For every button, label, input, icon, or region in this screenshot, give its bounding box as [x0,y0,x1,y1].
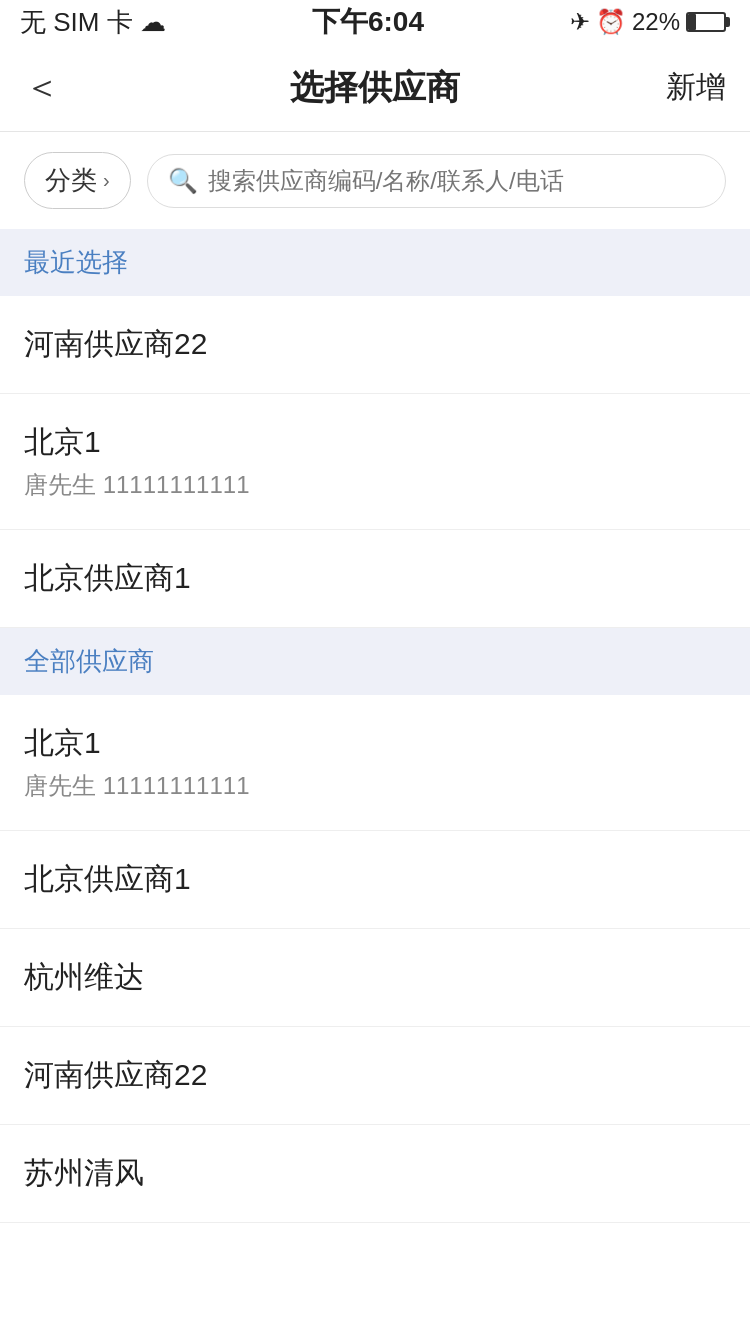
supplier-name: 河南供应商22 [24,1055,726,1096]
search-box[interactable]: 🔍 [147,154,726,208]
supplier-name: 河南供应商22 [24,324,726,365]
location-icon: ✈ [570,8,590,36]
nav-bar: ＜ 选择供应商 新增 [0,44,750,132]
status-right: ✈ ⏰ 22% [570,8,730,36]
supplier-name: 杭州维达 [24,957,726,998]
list-item[interactable]: 北京供应商1 [0,831,750,929]
list-item[interactable]: 河南供应商22 [0,1027,750,1125]
list-item[interactable]: 北京1 唐先生 11111111111 [0,394,750,530]
recent-section-header: 最近选择 [0,229,750,296]
chevron-right-icon: › [103,169,110,192]
filter-bar: 分类 › 🔍 [0,132,750,229]
alarm-icon: ⏰ [596,8,626,36]
all-section-label: 全部供应商 [24,646,154,676]
supplier-name: 北京1 [24,422,726,463]
status-left: 无 SIM 卡 ☁ [20,5,166,40]
supplier-name: 苏州清风 [24,1153,726,1194]
list-item[interactable]: 河南供应商22 [0,296,750,394]
battery-icon [686,12,730,32]
back-button[interactable]: ＜ [24,63,84,112]
status-bar: 无 SIM 卡 ☁ 下午6:04 ✈ ⏰ 22% [0,0,750,44]
search-input[interactable] [208,167,705,195]
recent-section-label: 最近选择 [24,247,128,277]
all-items-list: 北京1 唐先生 11111111111 北京供应商1 杭州维达 河南供应商22 … [0,695,750,1223]
supplier-name: 北京供应商1 [24,859,726,900]
supplier-contact: 唐先生 11111111111 [24,469,726,501]
no-sim-label: 无 SIM 卡 ☁ [20,5,166,40]
list-item[interactable]: 杭州维达 [0,929,750,1027]
all-section-header: 全部供应商 [0,628,750,695]
supplier-name: 北京1 [24,723,726,764]
search-icon: 🔍 [168,167,198,195]
battery-label: 22% [632,8,680,36]
category-button[interactable]: 分类 › [24,152,131,209]
category-label: 分类 [45,163,97,198]
recent-items-list: 河南供应商22 北京1 唐先生 11111111111 北京供应商1 [0,296,750,628]
supplier-name: 北京供应商1 [24,558,726,599]
page-title: 选择供应商 [290,65,460,111]
list-item[interactable]: 北京供应商1 [0,530,750,628]
add-button[interactable]: 新增 [666,67,726,108]
supplier-contact: 唐先生 11111111111 [24,770,726,802]
list-item[interactable]: 苏州清风 [0,1125,750,1223]
status-time: 下午6:04 [312,3,424,41]
list-item[interactable]: 北京1 唐先生 11111111111 [0,695,750,831]
